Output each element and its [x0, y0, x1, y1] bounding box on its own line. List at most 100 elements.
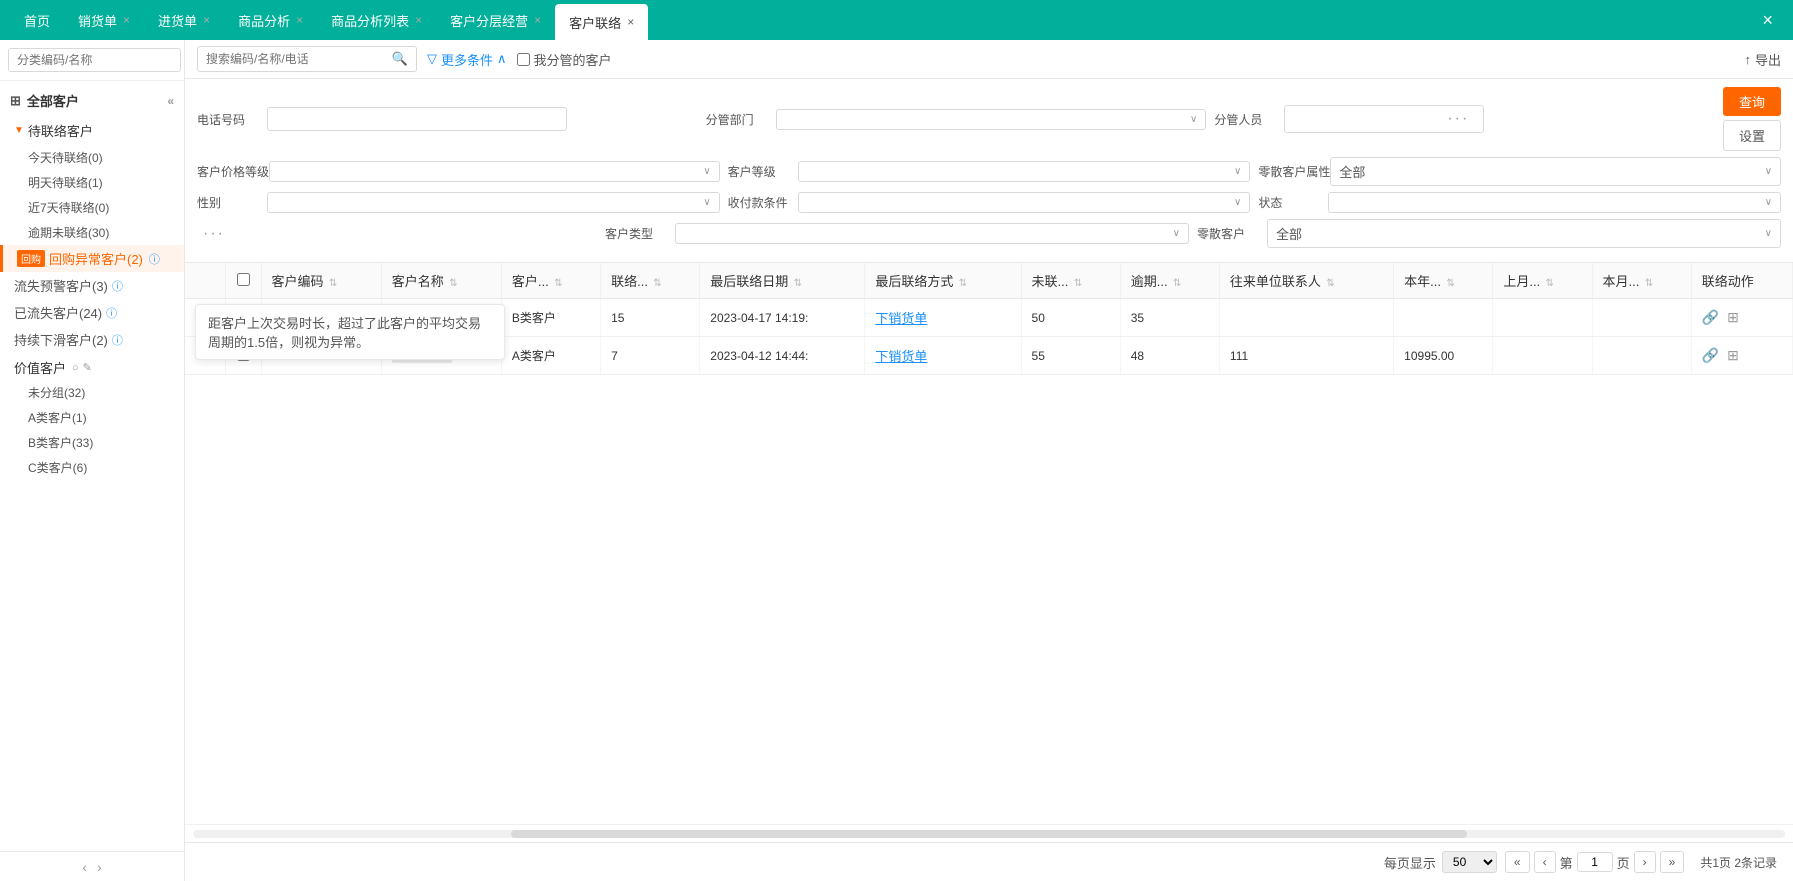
more-conditions-button[interactable]: ▽ 更多条件 ∧ — [427, 50, 507, 69]
nav-customer-contact-close[interactable]: × — [627, 15, 634, 29]
value-customers-edit2-icon[interactable]: ✎ — [83, 361, 92, 374]
col-header-type[interactable]: 客户... ⇅ — [501, 263, 600, 299]
page-last-button[interactable]: » — [1660, 851, 1685, 873]
sidebar-item-week-contact[interactable]: 近7天待联络(0) — [0, 195, 184, 220]
sidebar-item-tomorrow-contact[interactable]: 明天待联络(1) — [0, 170, 184, 195]
nav-goods-analysis-close[interactable]: × — [296, 13, 303, 27]
info-icon[interactable]: ⓘ — [149, 251, 160, 267]
sidebar-item-declining[interactable]: 持续下滑客户(2) ⓘ — [0, 326, 184, 353]
action-grid-icon[interactable]: ⊞ — [1727, 347, 1739, 364]
cell-last-method: 下销货单 — [865, 337, 1021, 375]
filter-status-select[interactable]: ∨ — [1328, 192, 1781, 213]
col-header-pending[interactable]: 未联... ⇅ — [1021, 263, 1120, 299]
filter-price-level-select[interactable]: ∨ — [269, 161, 720, 182]
nav-goods-list[interactable]: 商品分析列表 × — [317, 0, 436, 40]
col-header-this-month[interactable]: 本月... ⇅ — [1592, 263, 1691, 299]
filter-cell-payment-terms: 收付款条件 ∨ — [728, 192, 1251, 213]
action-link-icon[interactable]: 🔗 — [1702, 347, 1719, 364]
sidebar-item-b-customers[interactable]: B类客户(33) — [0, 430, 184, 455]
filter-customer-type-select[interactable]: ∨ — [675, 223, 1189, 244]
filter-phone-input[interactable] — [267, 107, 567, 131]
nav-goods-list-close[interactable]: × — [415, 13, 422, 27]
sidebar-group-pending-contact[interactable]: ▼ 待联络客户 — [0, 116, 184, 145]
sidebar-item-repurchase-abnormal[interactable]: 回购 回购异常客户(2) ⓘ — [0, 245, 184, 272]
nav-purchase-close[interactable]: × — [203, 13, 210, 27]
col-header-unit-contacts[interactable]: 往来单位联系人 ⇅ — [1219, 263, 1393, 299]
info-icon-churned[interactable]: ⓘ — [106, 305, 117, 321]
filter-branch-dept-select[interactable]: ∨ — [776, 109, 1207, 130]
nav-sales-close[interactable]: × — [123, 13, 130, 27]
dots-more-icon[interactable]: ··· — [197, 225, 231, 243]
col-header-check — [225, 263, 261, 299]
query-button[interactable]: 查询 — [1723, 87, 1781, 116]
filter-grid: 电话号码 分管部门 ∨ 分管人员 ··· — [185, 79, 1793, 263]
scroll-bar-track[interactable] — [193, 830, 1785, 838]
filter-gender-select[interactable]: ∨ — [267, 192, 720, 213]
cell-this-year: 10995.00 — [1394, 337, 1493, 375]
nav-customer-layer-close[interactable]: × — [534, 13, 541, 27]
sidebar-item-churn-warning[interactable]: 流失预警客户(3) ⓘ — [0, 272, 184, 299]
cell-contacts: 111 — [1219, 337, 1393, 375]
per-page-select[interactable]: 50 100 200 — [1442, 851, 1497, 873]
cell-this-month — [1592, 299, 1691, 337]
export-button[interactable]: ↑ 导出 — [1744, 50, 1781, 69]
nav-sales[interactable]: 销货单 × — [64, 0, 144, 40]
dots-icon[interactable]: ··· — [1441, 110, 1475, 128]
sidebar-item-ungroup[interactable]: 未分组(32) — [0, 380, 184, 405]
sidebar-item-today-contact[interactable]: 今天待联络(0) — [0, 145, 184, 170]
page-next-button[interactable]: › — [1634, 851, 1656, 873]
sidebar-next-arrow[interactable]: › — [97, 859, 102, 875]
col-header-name[interactable]: 客户名称 ⇅ — [381, 263, 501, 299]
window-close-button[interactable]: × — [1752, 10, 1783, 31]
last-method-link[interactable]: 下销货单 — [875, 349, 927, 364]
nav-customer-layer[interactable]: 客户分层经营 × — [436, 0, 555, 40]
select-all-checkbox[interactable] — [237, 273, 250, 286]
cell-last-date: 2023-04-17 14:19: — [700, 299, 865, 337]
filter-search-icon[interactable]: 🔍 — [392, 51, 408, 67]
filter-branch-person-select[interactable]: ··· — [1284, 105, 1484, 133]
page-first-button[interactable]: « — [1505, 851, 1530, 873]
cell-overdue: 48 — [1120, 337, 1219, 375]
filter-customer-level-select[interactable]: ∨ — [798, 161, 1251, 182]
sidebar-item-a-customers[interactable]: A类客户(1) — [0, 405, 184, 430]
col-header-last-method[interactable]: 最后联络方式 ⇅ — [865, 263, 1021, 299]
sidebar-item-churned[interactable]: 已流失客户(24) ⓘ — [0, 299, 184, 326]
page-number-input[interactable] — [1577, 852, 1613, 872]
action-link-icon[interactable]: 🔗 — [1702, 309, 1719, 326]
value-customers-edit-icon[interactable]: ○ — [72, 362, 79, 374]
col-header-overdue[interactable]: 逾期... ⇅ — [1120, 263, 1219, 299]
info-icon-churn[interactable]: ⓘ — [112, 278, 123, 294]
filter-payment-terms-select[interactable]: ∨ — [798, 192, 1251, 213]
info-icon-declining[interactable]: ⓘ — [112, 332, 123, 348]
page-prev-button[interactable]: ‹ — [1534, 851, 1556, 873]
cell-type: B类客户 — [501, 299, 600, 337]
chevron-down-icon: ∨ — [703, 166, 710, 177]
nav-goods-analysis[interactable]: 商品分析 × — [224, 0, 317, 40]
filter-retail-attr-select[interactable]: 全部 ∨ — [1330, 157, 1781, 186]
pagination: 每页显示 50 100 200 « ‹ 第 页 › » 共1页 2条记录 — [185, 842, 1793, 881]
sidebar-search-input[interactable] — [8, 48, 181, 72]
main-layout: 🔍 ⊞ 全部客户 « ▼ 待联络客户 今天待联络(0) 明天待联络(1) 近7天… — [0, 40, 1793, 881]
scroll-bar-thumb[interactable] — [511, 830, 1466, 838]
sidebar-all-customers[interactable]: ⊞ 全部客户 « — [0, 85, 184, 116]
filter-retail-customer-select[interactable]: 全部 ∨ — [1267, 219, 1781, 248]
nav-home[interactable]: 首页 — [10, 0, 64, 40]
last-method-link[interactable]: 下销货单 — [875, 311, 927, 326]
sidebar-item-c-customers[interactable]: C类客户(6) — [0, 455, 184, 480]
col-header-actions: 联络动作 — [1691, 263, 1792, 299]
col-header-last-date[interactable]: 最后联络日期 ⇅ — [700, 263, 865, 299]
nav-customer-contact[interactable]: 客户联络 × — [555, 4, 648, 40]
sidebar-collapse-button[interactable]: « — [167, 94, 174, 108]
sidebar-item-overdue-contact[interactable]: 逾期未联络(30) — [0, 220, 184, 245]
my-customers-checkbox[interactable] — [517, 53, 530, 66]
col-header-this-year[interactable]: 本年... ⇅ — [1394, 263, 1493, 299]
sidebar-prev-arrow[interactable]: ‹ — [82, 859, 87, 875]
settings-button[interactable]: 设置 — [1723, 120, 1781, 151]
filter-search-input[interactable] — [206, 52, 392, 66]
col-header-last-month[interactable]: 上月... ⇅ — [1493, 263, 1592, 299]
chevron-down-icon: ∧ — [497, 51, 507, 67]
nav-purchase[interactable]: 进货单 × — [144, 0, 224, 40]
action-grid-icon[interactable]: ⊞ — [1727, 309, 1739, 326]
col-header-contact[interactable]: 联络... ⇅ — [601, 263, 700, 299]
col-header-code[interactable]: 客户编码 ⇅ — [261, 263, 381, 299]
